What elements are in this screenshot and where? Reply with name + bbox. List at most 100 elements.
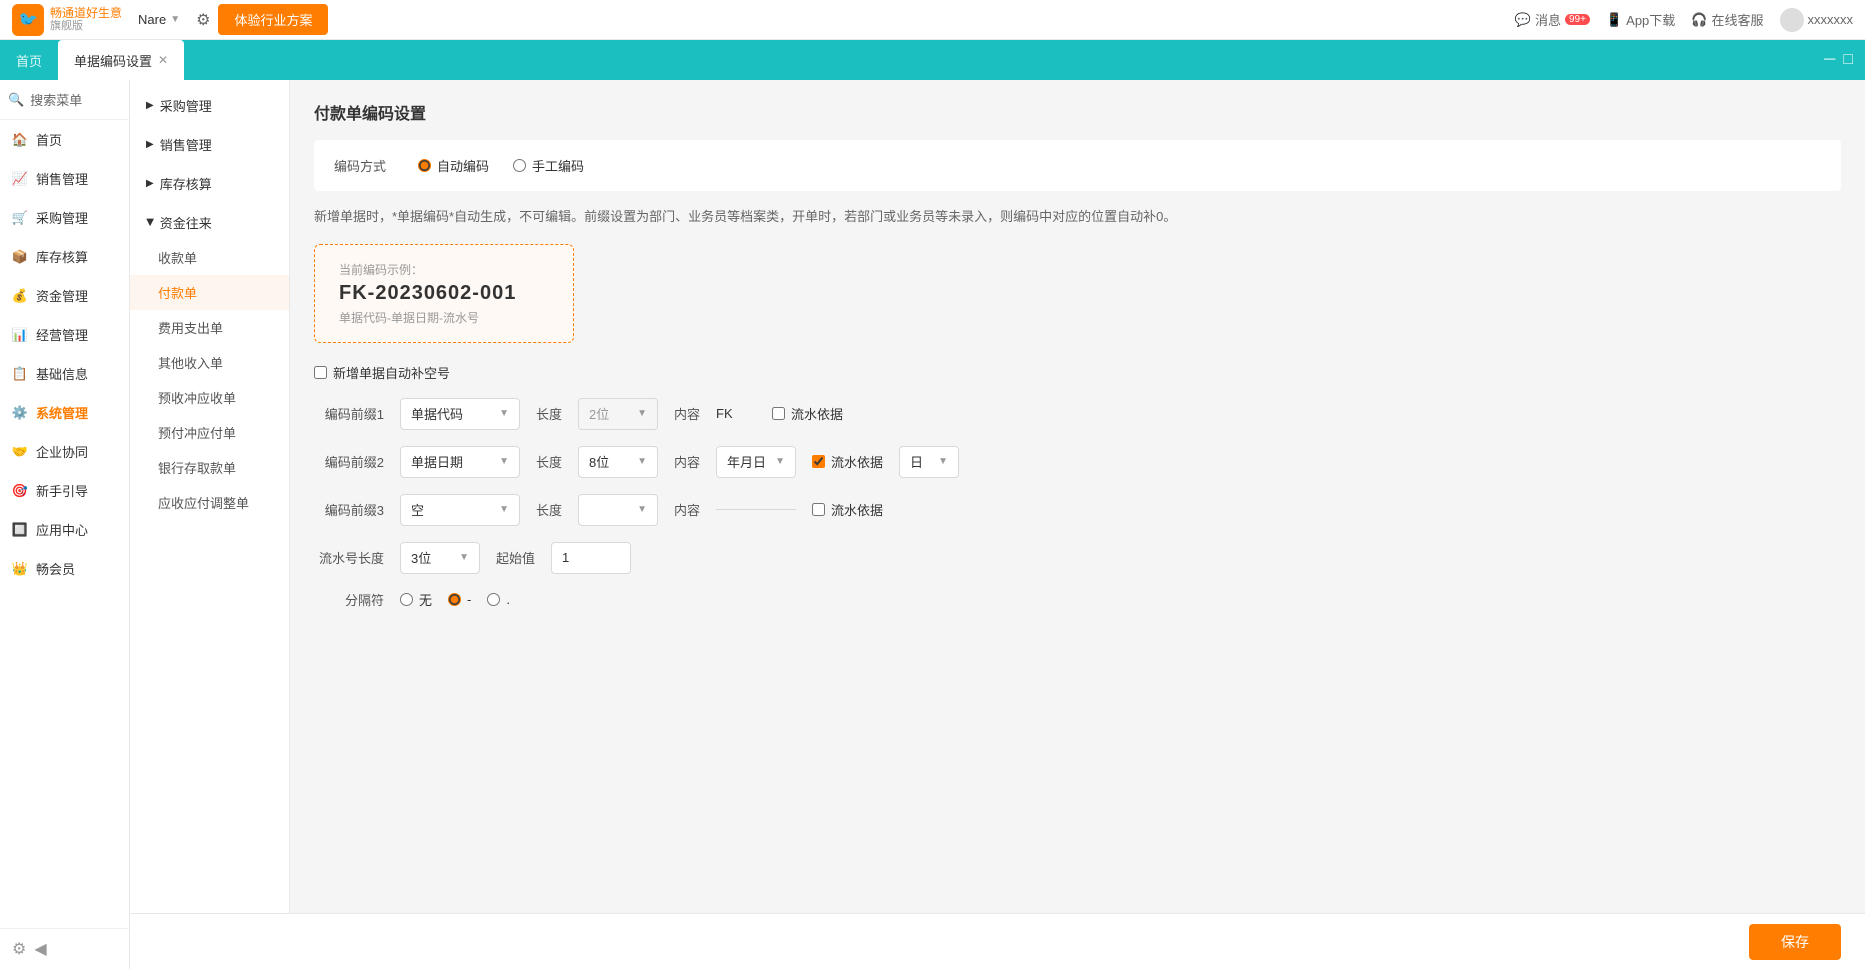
serial1-checkbox-label[interactable]: 流水依据 — [772, 404, 843, 423]
length2-select[interactable]: 8位 ▼ — [578, 446, 658, 478]
save-button[interactable]: 保存 — [1749, 924, 1841, 960]
length1-arrow-icon: ▼ — [637, 408, 647, 419]
topbar-left: 🐦 畅通道好生意 旗舰版 Nare ▼ ⚙ 体验行业方案 — [12, 4, 328, 36]
serial2-label: 流水依据 — [831, 452, 883, 471]
sidebar-label-home: 首页 — [36, 130, 62, 149]
maximize-button[interactable]: □ — [1843, 51, 1853, 69]
prefix1-select[interactable]: 单据代码 ▼ — [400, 398, 520, 430]
length2-value: 8位 — [589, 452, 609, 471]
radio-manual-input[interactable] — [513, 159, 526, 172]
serial-length-label: 流水号长度 — [314, 548, 384, 567]
info-text: 新增单据时，*单据编码*自动生成，不可编辑。前缀设置为部门、业务员等档案类，开单… — [314, 207, 1841, 228]
user-name: xxxxxxx — [1808, 12, 1854, 27]
sidebar-item-purchase[interactable]: 🛒 采购管理 — [0, 198, 129, 237]
serial3-checkbox-label[interactable]: 流水依据 — [812, 500, 883, 519]
chevron-down-icon: ▼ — [170, 14, 180, 25]
serial2-checkbox-label[interactable]: 流水依据 — [812, 452, 883, 471]
search-label: 搜索菜单 — [30, 90, 82, 109]
sidebar-collapse-button[interactable]: ◀ — [34, 939, 46, 959]
sub-group-inventory-title[interactable]: ▶ 库存核算 — [130, 166, 289, 201]
serial2-unit-arrow-icon: ▼ — [938, 456, 948, 467]
sidebar-label-guide: 新手引导 — [36, 481, 88, 500]
sidebar-item-cooperation[interactable]: 🤝 企业协同 — [0, 432, 129, 471]
prefix2-value: 单据日期 — [411, 452, 463, 471]
sidebar-item-finance[interactable]: 💰 资金管理 — [0, 276, 129, 315]
serial3-checkbox[interactable] — [812, 503, 825, 516]
serial3-label: 流水依据 — [831, 500, 883, 519]
sub-item-receipt[interactable]: 收款单 — [130, 240, 289, 275]
trial-button[interactable]: 体验行业方案 — [218, 4, 328, 35]
length3-select[interactable]: ▼ — [578, 494, 658, 526]
user-menu[interactable]: xxxxxxx — [1780, 8, 1854, 32]
separator-dash-input[interactable] — [448, 593, 461, 606]
serial1-checkbox[interactable] — [772, 407, 785, 420]
sidebar-item-apps[interactable]: 🔲 应用中心 — [0, 510, 129, 549]
app-download-button[interactable]: 📱 App下载 — [1606, 10, 1675, 29]
radio-auto-input[interactable] — [418, 159, 431, 172]
sidebar-item-operations[interactable]: 📊 经营管理 — [0, 315, 129, 354]
separator-none-input[interactable] — [400, 593, 413, 606]
serial-number-row: 流水号长度 3位 ▼ 起始值 — [314, 542, 1841, 574]
auto-fill-checkbox[interactable] — [314, 366, 327, 379]
sidebar-item-system[interactable]: ⚙️ 系统管理 — [0, 393, 129, 432]
page-title: 付款单编码设置 — [314, 100, 1841, 124]
start-value-input[interactable] — [551, 542, 631, 574]
bottom-bar: 保存 — [130, 913, 1865, 969]
tab-home[interactable]: 首页 — [0, 40, 58, 80]
search-menu[interactable]: 🔍 搜索菜单 — [0, 80, 129, 120]
serial-length-select[interactable]: 3位 ▼ — [400, 542, 480, 574]
length3-label: 长度 — [536, 500, 562, 519]
sub-item-payment[interactable]: 付款单 — [130, 275, 289, 310]
sub-item-bank-deposit[interactable]: 银行存取款单 — [130, 450, 289, 485]
separator-none-label: 无 — [419, 590, 432, 609]
prefix2-select[interactable]: 单据日期 ▼ — [400, 446, 520, 478]
topbar-nav: Nare ▼ ⚙ 体验行业方案 — [130, 4, 328, 35]
separator-dot-input[interactable] — [487, 593, 500, 606]
length1-select: 2位 ▼ — [578, 398, 658, 430]
tab-serial-settings-label: 单据编码设置 — [74, 51, 152, 70]
sub-group-capital-title[interactable]: ▶ 资金往来 — [130, 205, 289, 240]
sub-item-income[interactable]: 其他收入单 — [130, 345, 289, 380]
sidebar-label-member: 畅会员 — [36, 559, 75, 578]
separator-none-radio[interactable]: 无 — [400, 590, 432, 609]
sidebar-item-guide[interactable]: 🎯 新手引导 — [0, 471, 129, 510]
messages-button[interactable]: 💬 消息 99+ — [1515, 10, 1590, 29]
sidebar: 🔍 搜索菜单 🏠 首页 📈 销售管理 🛒 采购管理 📦 库存核算 💰 资金管理 … — [0, 80, 130, 969]
sub-item-adjustment[interactable]: 应收应付调整单 — [130, 485, 289, 520]
separator-dash-radio[interactable]: - — [448, 592, 471, 607]
form-row-3: 编码前缀3 空 ▼ 长度 ▼ 内容 流水依据 — [314, 494, 1841, 526]
sub-group-purchase-title[interactable]: ▶ 采购管理 — [130, 88, 289, 123]
serial2-unit-select[interactable]: 日 ▼ — [899, 446, 959, 478]
prefix3-label: 编码前缀3 — [314, 500, 384, 519]
sidebar-item-member[interactable]: 👑 畅会员 — [0, 549, 129, 588]
tab-close-icon[interactable]: ✕ — [158, 53, 168, 67]
auto-fill-checkbox-label[interactable]: 新增单据自动补空号 — [314, 363, 1841, 382]
sub-item-advance-payment[interactable]: 预付冲应付单 — [130, 415, 289, 450]
layout: 🔍 搜索菜单 🏠 首页 📈 销售管理 🛒 采购管理 📦 库存核算 💰 资金管理 … — [0, 80, 1865, 969]
topbar-dropdown[interactable]: Nare ▼ — [130, 8, 188, 31]
prefix3-select[interactable]: 空 ▼ — [400, 494, 520, 526]
sidebar-item-sales[interactable]: 📈 销售管理 — [0, 159, 129, 198]
content2-select[interactable]: 年月日 ▼ — [716, 446, 796, 478]
radio-auto[interactable]: 自动编码 — [418, 156, 489, 175]
sidebar-label-finance: 资金管理 — [36, 286, 88, 305]
sub-item-expense[interactable]: 费用支出单 — [130, 310, 289, 345]
tab-serial-settings[interactable]: 单据编码设置 ✕ — [58, 40, 184, 80]
content3-label: 内容 — [674, 500, 700, 519]
prefix1-label: 编码前缀1 — [314, 404, 384, 423]
sidebar-item-home[interactable]: 🏠 首页 — [0, 120, 129, 159]
sidebar-settings-button[interactable]: ⚙ — [12, 939, 26, 959]
separator-dot-radio[interactable]: . — [487, 592, 510, 607]
prefix3-value: 空 — [411, 500, 424, 519]
preview-code: FK-20230602-001 — [339, 282, 549, 305]
settings-icon[interactable]: ⚙ — [196, 10, 210, 30]
minimize-button[interactable]: ─ — [1824, 51, 1835, 69]
sidebar-item-inventory[interactable]: 📦 库存核算 — [0, 237, 129, 276]
online-service-button[interactable]: 🎧 在线客服 — [1691, 10, 1763, 29]
radio-manual-label: 手工编码 — [532, 156, 584, 175]
sidebar-item-basic[interactable]: 📋 基础信息 — [0, 354, 129, 393]
sub-group-sales-title[interactable]: ▶ 销售管理 — [130, 127, 289, 162]
serial2-checkbox[interactable] — [812, 455, 825, 468]
radio-manual[interactable]: 手工编码 — [513, 156, 584, 175]
sub-item-advance-receipt[interactable]: 预收冲应收单 — [130, 380, 289, 415]
